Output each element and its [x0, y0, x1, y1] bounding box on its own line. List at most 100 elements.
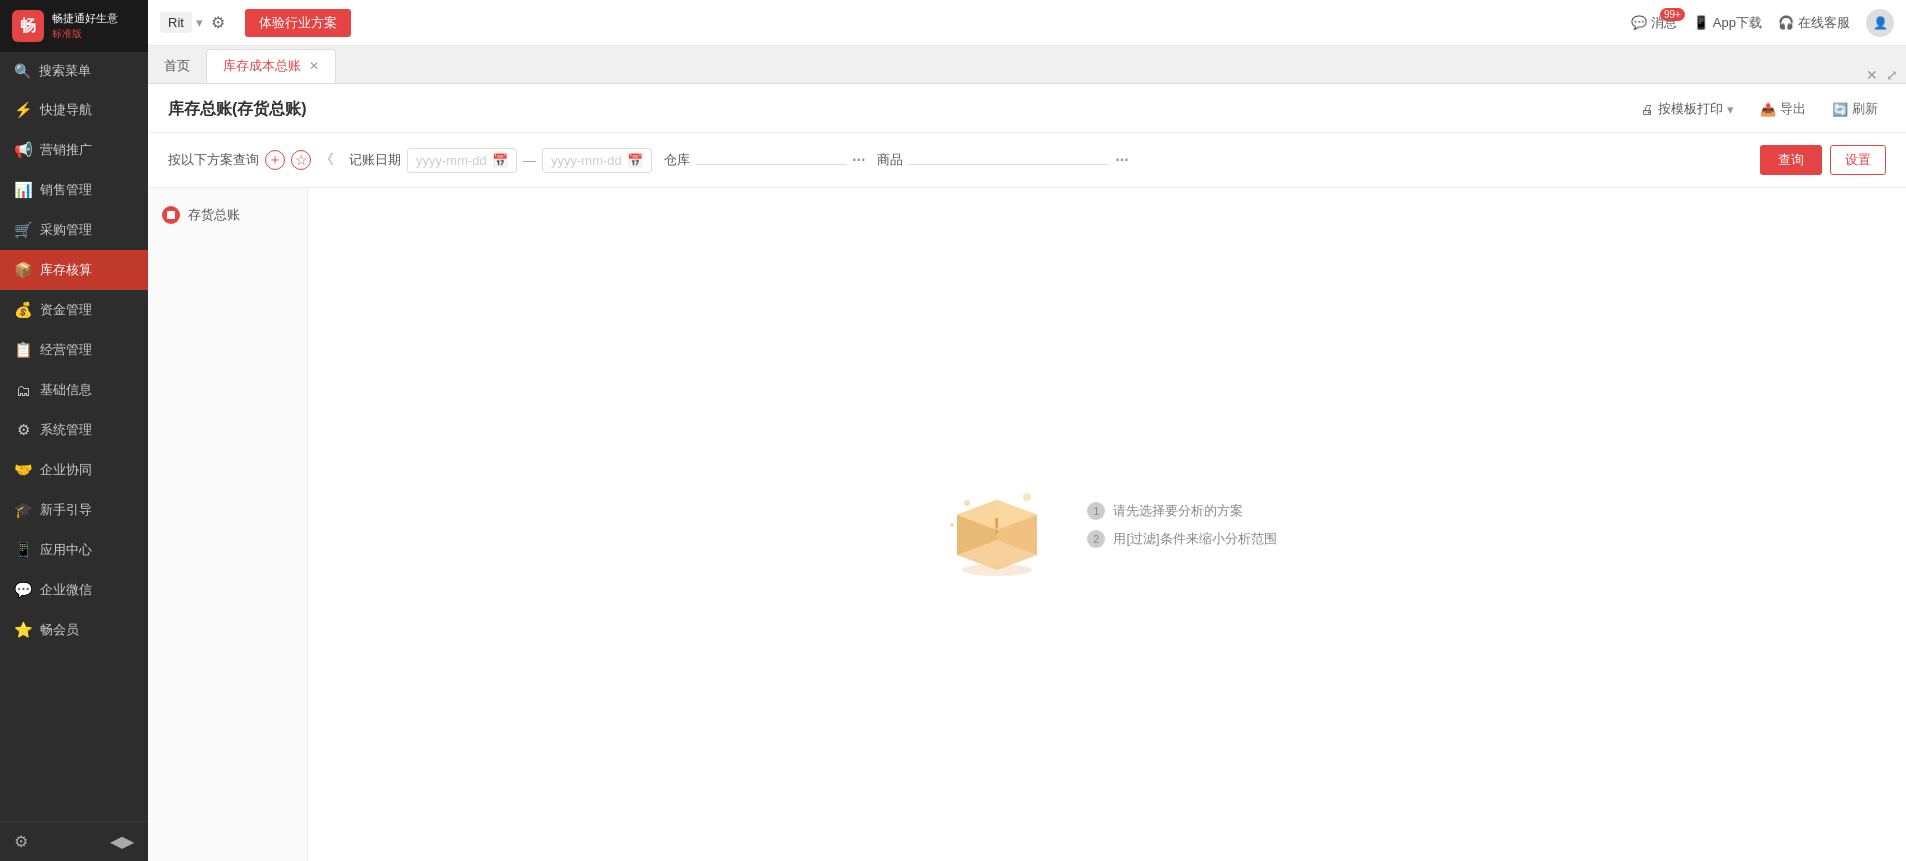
refresh-label: 刷新: [1852, 100, 1878, 118]
system-icon: ⚙: [14, 421, 32, 439]
sidebar-item-inventory[interactable]: 📦 库存核算: [0, 250, 148, 290]
topbar-brand-area: Rit ▾ ⚙: [160, 12, 225, 33]
filter-date-range: 记账日期 yyyy-mm-dd 📅 — yyyy-mm-dd 📅: [349, 148, 652, 173]
data-area: ! 1 请先选择要分析的方案: [308, 188, 1906, 861]
svg-point-9: [950, 523, 954, 527]
tab-home-label: 首页: [164, 57, 190, 75]
tab-inventory-cost[interactable]: 库存成本总账 ✕: [206, 49, 336, 83]
purchase-icon: 🛒: [14, 221, 32, 239]
topbar-right: 💬 消息 99+ 📱 App下载 🎧 在线客服 👤: [1631, 9, 1894, 37]
query-button[interactable]: 查询: [1760, 145, 1822, 175]
sidebar-bottom: ⚙ ◀▶: [0, 821, 148, 861]
sidebar: 畅 畅捷通好生意 标准版 🔍 搜索菜单 ⚡ 快捷导航 📢 营销推广 📊 销售管理…: [0, 0, 148, 861]
export-label: 导出: [1780, 100, 1806, 118]
sidebar-item-system[interactable]: ⚙ 系统管理: [0, 410, 148, 450]
newbie-label: 新手引导: [40, 501, 92, 519]
brand-name: 畅捷通好生意: [52, 11, 118, 26]
step-2-text: 用[过滤]条件来缩小分析范围: [1113, 530, 1276, 548]
basic-info-icon: 🗂: [14, 382, 32, 399]
calendar-start-icon[interactable]: 📅: [492, 153, 508, 168]
export-button[interactable]: 📤 导出: [1752, 96, 1814, 122]
filter-product: 商品 ···: [877, 151, 1128, 169]
topbar: Rit ▾ ⚙ 体验行业方案 💬 消息 99+ 📱 App下载 🎧 在线客服 👤: [148, 0, 1906, 46]
online-support-button[interactable]: 🎧 在线客服: [1778, 14, 1850, 32]
app-center-icon: 📱: [14, 541, 32, 559]
sidebar-item-newbie[interactable]: 🎓 新手引导: [0, 490, 148, 530]
refresh-button[interactable]: 🔄 刷新: [1824, 96, 1886, 122]
sidebar-item-purchase[interactable]: 🛒 采购管理: [0, 210, 148, 250]
logo-text-block: 畅捷通好生意 标准版: [52, 11, 118, 40]
sidebar-item-marketing[interactable]: 📢 营销推广: [0, 130, 148, 170]
app-download-label: App下载: [1713, 14, 1762, 32]
scheme-item-inventory-ledger[interactable]: 存货总账: [148, 198, 307, 232]
calendar-end-icon[interactable]: 📅: [627, 153, 643, 168]
expand-panel-icon[interactable]: ⤢: [1886, 67, 1898, 83]
filter-add-button[interactable]: ＋: [265, 150, 285, 170]
user-avatar[interactable]: 👤: [1866, 9, 1894, 37]
sidebar-item-enterprise-wechat[interactable]: 💬 企业微信: [0, 570, 148, 610]
marketing-icon: 📢: [14, 141, 32, 159]
sidebar-item-sales[interactable]: 📊 销售管理: [0, 170, 148, 210]
search-menu-label: 搜索菜单: [39, 62, 91, 80]
svg-point-8: [1023, 493, 1031, 501]
enterprise-label: 企业协同: [40, 461, 92, 479]
date-end-placeholder: yyyy-mm-dd: [551, 153, 622, 168]
scheme-label: 存货总账: [188, 206, 240, 224]
main-area: Rit ▾ ⚙ 体验行业方案 💬 消息 99+ 📱 App下载 🎧 在线客服 👤: [148, 0, 1906, 861]
trial-button[interactable]: 体验行业方案: [245, 9, 351, 37]
membership-icon: ⭐: [14, 621, 32, 639]
warehouse-more-button[interactable]: ···: [852, 151, 865, 169]
empty-text: 1 请先选择要分析的方案 2 用[过滤]条件来缩小分析范围: [1087, 502, 1276, 548]
messages-button[interactable]: 💬 消息 99+: [1631, 14, 1677, 32]
print-button[interactable]: 🖨 按模板打印 ▾: [1633, 96, 1742, 122]
system-label: 系统管理: [40, 421, 92, 439]
tab-inventory-cost-label: 库存成本总账: [223, 57, 301, 75]
sidebar-item-enterprise[interactable]: 🤝 企业协同: [0, 450, 148, 490]
tab-close-icon[interactable]: ✕: [309, 59, 319, 73]
warehouse-select[interactable]: [696, 156, 846, 165]
print-icon: 🖨: [1641, 102, 1654, 117]
sidebar-item-membership[interactable]: ⭐ 畅会员: [0, 610, 148, 650]
svg-text:!: !: [993, 513, 1000, 538]
print-dropdown-icon[interactable]: ▾: [1727, 102, 1734, 117]
settings-button[interactable]: 设置: [1830, 145, 1886, 175]
sidebar-item-finance[interactable]: 💰 资金管理: [0, 290, 148, 330]
app-download-button[interactable]: 📱 App下载: [1693, 14, 1762, 32]
scheme-area: 存货总账: [148, 188, 1906, 861]
product-more-button[interactable]: ···: [1115, 151, 1128, 169]
step-1-text: 请先选择要分析的方案: [1113, 502, 1243, 520]
close-panel-icon[interactable]: ✕: [1866, 67, 1878, 83]
product-select[interactable]: [909, 156, 1109, 165]
page-header: 库存总账(存货总账) 🖨 按模板打印 ▾ 📤 导出 🔄 刷新: [148, 84, 1906, 133]
step-2-number: 2: [1087, 530, 1105, 548]
sidebar-item-operations[interactable]: 📋 经营管理: [0, 330, 148, 370]
sidebar-item-search-menu[interactable]: 🔍 搜索菜单: [0, 52, 148, 90]
date-end-input[interactable]: yyyy-mm-dd 📅: [542, 148, 652, 173]
export-icon: 📤: [1760, 102, 1776, 117]
product-label: 商品: [877, 151, 903, 169]
settings-bottom-icon[interactable]: ⚙: [14, 832, 28, 851]
topbar-dropdown-icon[interactable]: ▾: [196, 15, 203, 30]
messages-badge: 99+: [1660, 8, 1685, 21]
page-title: 库存总账(存货总账): [168, 99, 307, 120]
page-header-actions: 🖨 按模板打印 ▾ 📤 导出 🔄 刷新: [1633, 96, 1886, 122]
topbar-left: Rit ▾ ⚙ 体验行业方案: [160, 9, 1631, 37]
date-start-input[interactable]: yyyy-mm-dd 📅: [407, 148, 517, 173]
sidebar-item-app-center[interactable]: 📱 应用中心: [0, 530, 148, 570]
sidebar-item-quick-nav[interactable]: ⚡ 快捷导航: [0, 90, 148, 130]
empty-step-1: 1 请先选择要分析的方案: [1087, 502, 1276, 520]
topbar-settings-icon[interactable]: ⚙: [211, 13, 225, 32]
inventory-icon: 📦: [14, 261, 32, 279]
collapse-sidebar-icon[interactable]: ◀▶: [110, 832, 134, 851]
page-content: 库存总账(存货总账) 🖨 按模板打印 ▾ 📤 导出 🔄 刷新: [148, 84, 1906, 861]
filter-collapse-button[interactable]: 《: [317, 150, 337, 170]
filter-remove-button[interactable]: ☆: [291, 150, 311, 170]
tab-home[interactable]: 首页: [148, 49, 206, 83]
filter-warehouse: 仓库 ···: [664, 151, 865, 169]
action-buttons: 查询 设置: [1760, 145, 1886, 175]
app-center-label: 应用中心: [40, 541, 92, 559]
empty-step-2: 2 用[过滤]条件来缩小分析范围: [1087, 530, 1276, 548]
quick-nav-icon: ⚡: [14, 101, 32, 119]
sidebar-item-basic-info[interactable]: 🗂 基础信息: [0, 370, 148, 410]
empty-state: ! 1 请先选择要分析的方案: [937, 465, 1276, 585]
